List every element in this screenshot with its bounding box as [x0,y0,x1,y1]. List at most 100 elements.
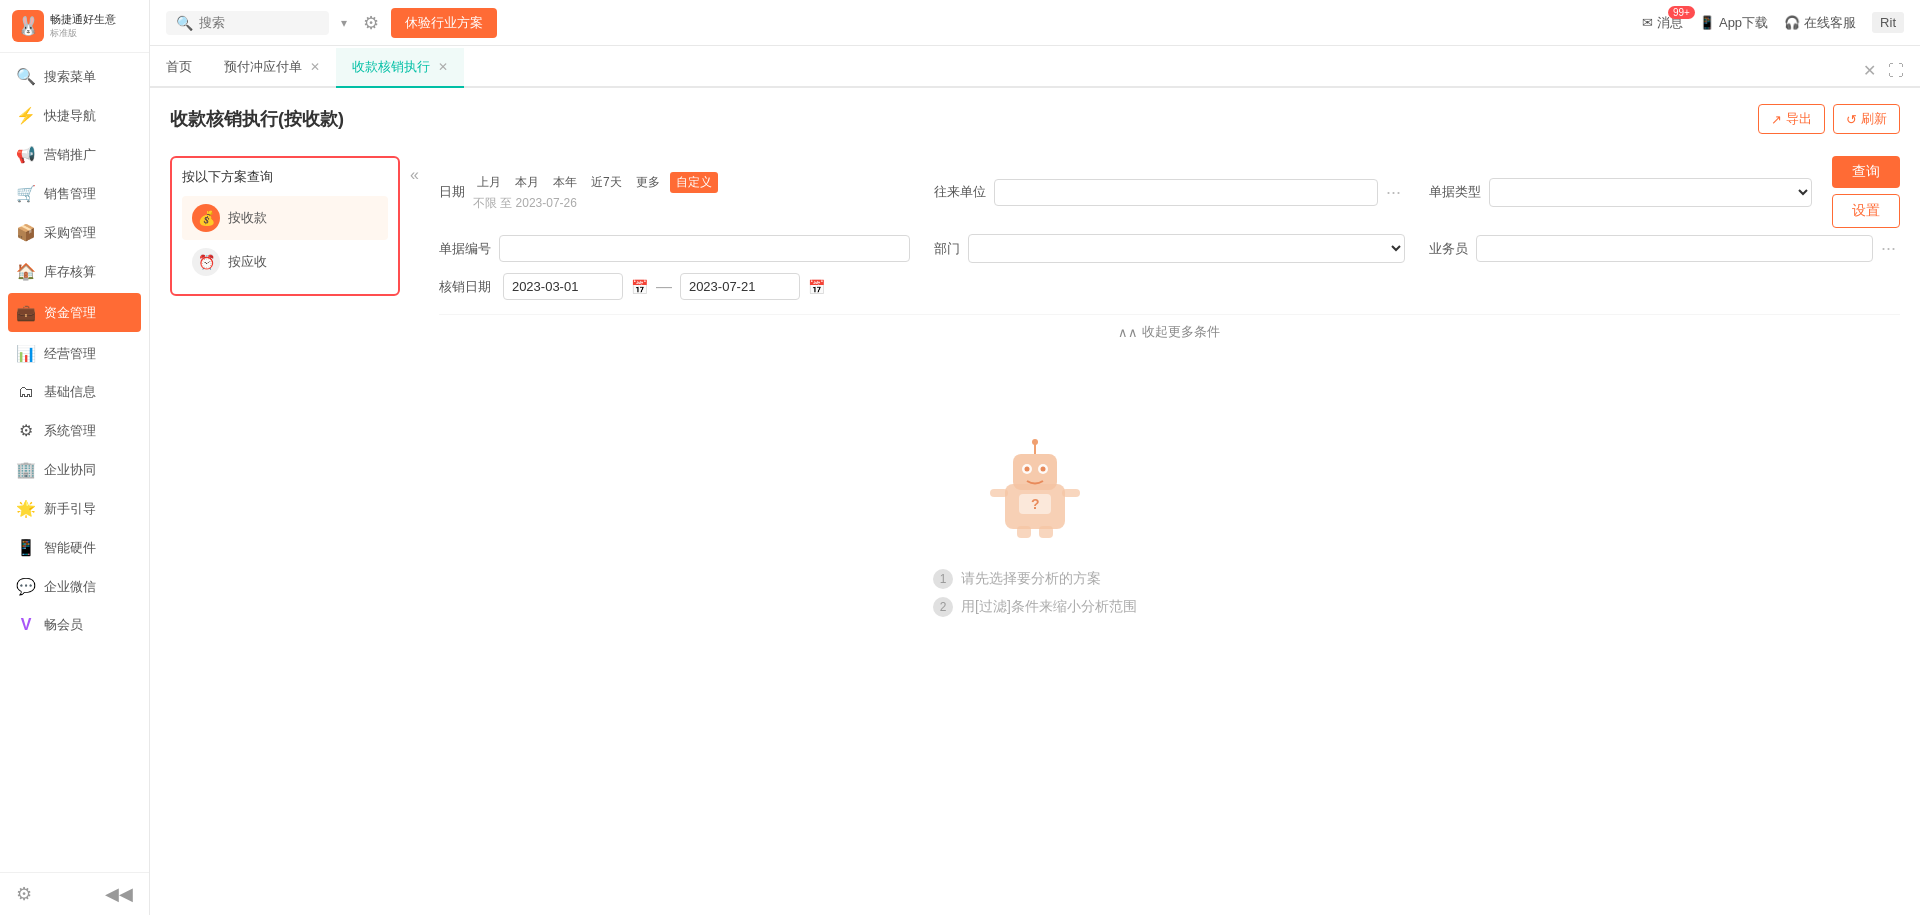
action-buttons: 查询 设置 [1832,156,1900,228]
search-icon: 🔍 [176,15,193,31]
svg-point-5 [1041,467,1046,472]
shortcut-icon: ⚡ [16,106,36,125]
tab-home-label: 首页 [166,58,192,76]
close-tab-icon[interactable]: ✕ [1859,59,1880,82]
sidebar-item-system[interactable]: ⚙ 系统管理 [0,411,149,450]
collapse-left-panel-icon[interactable]: « [406,162,423,188]
sidebar-item-label: 企业微信 [44,578,96,596]
sidebar-item-member[interactable]: V 畅会员 [0,606,149,644]
filter-doc-type-field: 单据类型 查询 设置 [1429,156,1900,228]
query-button[interactable]: 查询 [1832,156,1900,188]
sidebar-item-search[interactable]: 🔍 搜索菜单 [0,57,149,96]
doc-number-control [499,235,910,262]
date-btn-more[interactable]: 更多 [632,172,664,193]
collapse-sidebar-icon[interactable]: ◀◀ [105,883,133,905]
trading-partner-more-icon[interactable]: ··· [1382,182,1405,203]
messages-button[interactable]: ✉ 消息 99+ [1642,14,1683,32]
date-btn-7-days[interactable]: 近7天 [587,172,626,193]
writeoff-date-end-input[interactable] [680,273,800,300]
export-button[interactable]: ↗ 导出 [1758,104,1825,134]
filter-option-by-receipt[interactable]: 💰 按收款 [182,196,388,240]
date-btn-this-month[interactable]: 本月 [511,172,543,193]
sidebar-item-purchase[interactable]: 📦 采购管理 [0,213,149,252]
sidebar-item-sales[interactable]: 🛒 销售管理 [0,174,149,213]
dropdown-chevron-icon[interactable]: ▾ [341,16,347,30]
phone-icon: 📱 [1699,15,1715,30]
writeoff-date-label: 核销日期 [439,278,495,296]
filter-option-receivable-label: 按应收 [228,253,267,271]
sidebar-item-label: 企业协同 [44,461,96,479]
svg-rect-11 [1039,526,1053,538]
main-area: 🔍 ▾ ⚙ 休验行业方案 ✉ 消息 99+ 📱 App下载 🎧 在线客服 Rit [150,0,1920,915]
date-label: 日期 [439,183,465,201]
tab-prepay-close-icon[interactable]: ✕ [310,60,320,74]
date-btn-this-year[interactable]: 本年 [549,172,581,193]
tab-prepay[interactable]: 预付冲应付单 ✕ [208,48,336,88]
tab-receipt-label: 收款核销执行 [352,58,430,76]
tab-receipt[interactable]: 收款核销执行 ✕ [336,48,464,88]
sidebar-item-label: 新手引导 [44,500,96,518]
trading-partner-label: 往来单位 [934,183,986,201]
svg-text:?: ? [1031,496,1040,512]
refresh-icon: ↺ [1846,112,1857,127]
filter-option-by-receivable[interactable]: ⏰ 按应收 [182,240,388,284]
date-btn-last-month[interactable]: 上月 [473,172,505,193]
system-icon: ⚙ [16,421,36,440]
doc-type-label: 单据类型 [1429,183,1481,201]
department-select[interactable] [968,234,1405,263]
sidebar-bottom: ⚙ ◀◀ [0,872,149,915]
trading-partner-input[interactable] [994,179,1378,206]
tab-home[interactable]: 首页 [150,48,208,88]
search-input[interactable] [199,15,319,30]
receivable-icon: ⏰ [192,248,220,276]
sidebar-item-label: 智能硬件 [44,539,96,557]
calendar-end-icon[interactable]: 📅 [808,279,825,295]
sales-icon: 🛒 [16,184,36,203]
empty-tip-2-text: 用[过滤]条件来缩小分析范围 [961,598,1137,616]
solution-button[interactable]: 休验行业方案 [391,8,497,38]
sidebar-item-finance[interactable]: 💼 资金管理 [8,293,141,332]
tab-receipt-close-icon[interactable]: ✕ [438,60,448,74]
filter-salesperson-field: 业务员 ··· [1429,234,1900,263]
sidebar-item-inventory[interactable]: 🏠 库存核算 [0,252,149,291]
salesperson-more-icon[interactable]: ··· [1877,238,1900,259]
writeoff-date-start-input[interactable] [503,273,623,300]
salesperson-control: ··· [1476,235,1900,262]
doc-type-select[interactable] [1489,178,1812,207]
gear-icon[interactable]: ⚙ [363,12,379,34]
member-icon: V [16,616,36,634]
sidebar-item-marketing[interactable]: 📢 营销推广 [0,135,149,174]
wechat-icon: 💬 [16,577,36,596]
app-download-button[interactable]: 📱 App下载 [1699,14,1768,32]
sidebar-item-guide[interactable]: 🌟 新手引导 [0,489,149,528]
refresh-button[interactable]: ↺ 刷新 [1833,104,1900,134]
expand-tab-icon[interactable]: ⛶ [1884,60,1908,82]
page-title: 收款核销执行(按收款) [170,107,344,131]
online-service-button[interactable]: 🎧 在线客服 [1784,14,1856,32]
sidebar-item-operations[interactable]: 📊 经营管理 [0,334,149,373]
svg-rect-9 [1062,489,1080,497]
enterprise-icon: 🏢 [16,460,36,479]
sidebar-item-hardware[interactable]: 📱 智能硬件 [0,528,149,567]
page-actions: ↗ 导出 ↺ 刷新 [1758,104,1900,134]
calendar-start-icon[interactable]: 📅 [631,279,648,295]
username-display: Rit [1872,12,1904,33]
service-icon: 🎧 [1784,15,1800,30]
empty-tip-2: 2 用[过滤]条件来缩小分析范围 [933,597,1137,617]
app-badge: 标准版 [50,27,116,40]
settings-icon[interactable]: ⚙ [16,883,32,905]
doc-number-input[interactable] [499,235,910,262]
sidebar-item-enterprise[interactable]: 🏢 企业协同 [0,450,149,489]
date-shortcuts: 上月 本月 本年 近7天 更多 自定义 [473,172,718,193]
salesperson-input[interactable] [1476,235,1873,262]
settings-button[interactable]: 设置 [1832,194,1900,228]
sidebar-item-shortcut[interactable]: ⚡ 快捷导航 [0,96,149,135]
sidebar-item-label: 营销推广 [44,146,96,164]
date-btn-custom[interactable]: 自定义 [670,172,718,193]
filter-main: 日期 上月 本月 本年 近7天 更多 自定义 [439,156,1900,349]
collapse-more-row[interactable]: ∧∧ 收起更多条件 [439,314,1900,349]
tip-number-1: 1 [933,569,953,589]
sidebar-item-wechat[interactable]: 💬 企业微信 [0,567,149,606]
sidebar-item-label: 系统管理 [44,422,96,440]
sidebar-item-basic[interactable]: 🗂 基础信息 [0,373,149,411]
